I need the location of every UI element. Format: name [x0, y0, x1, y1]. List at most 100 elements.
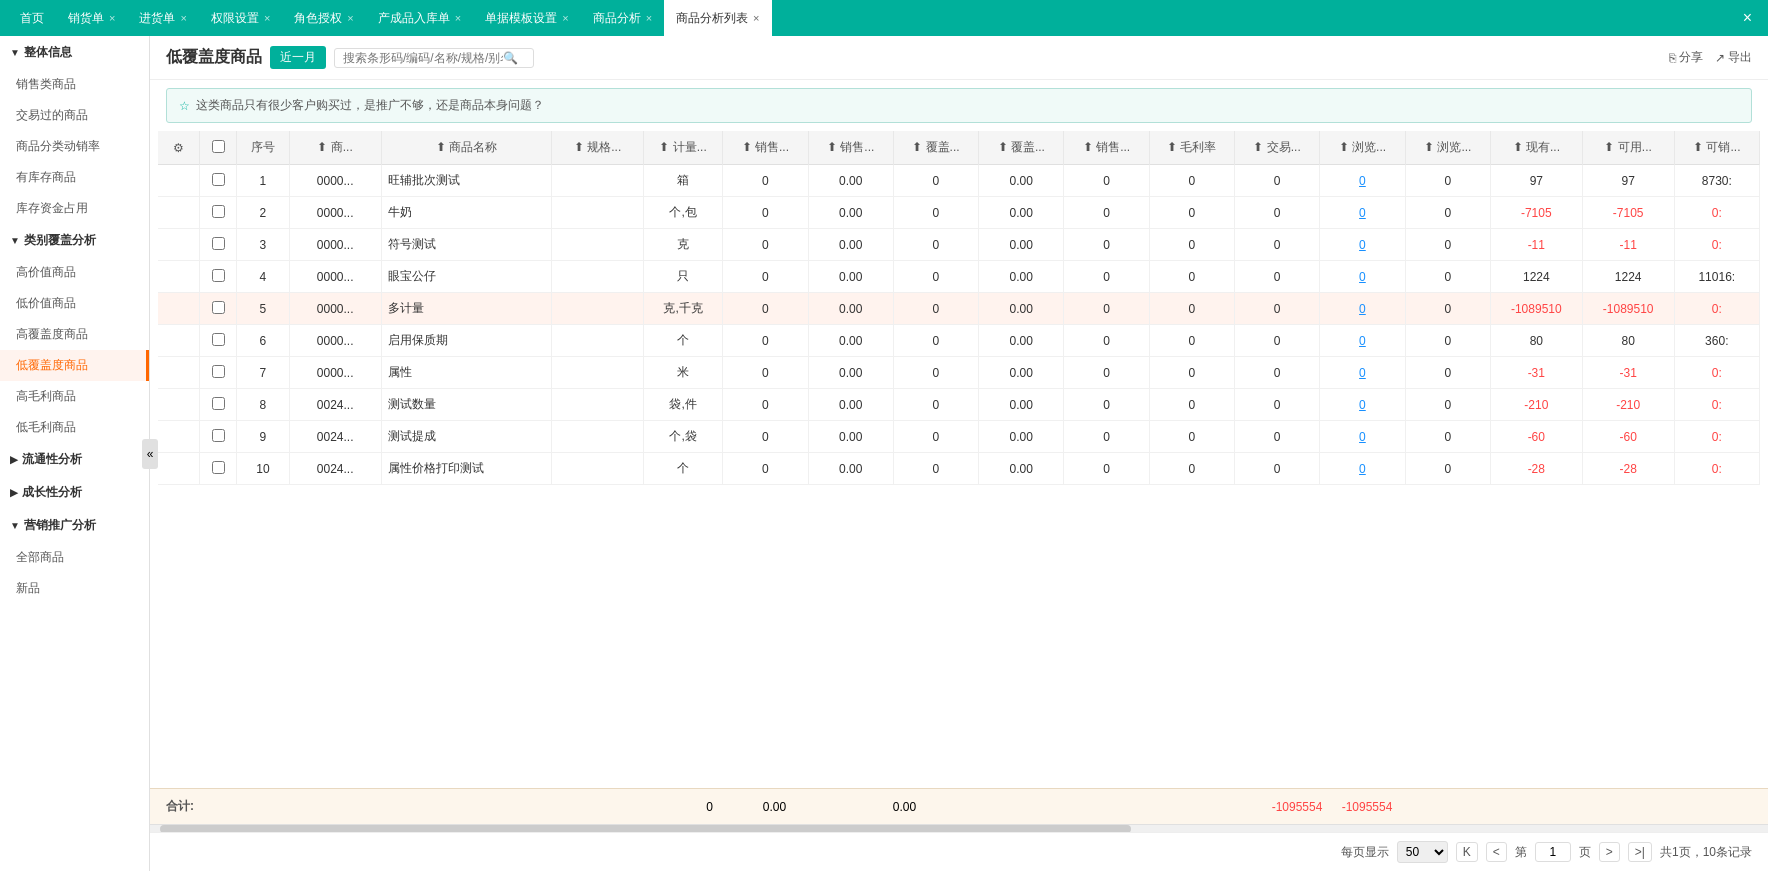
browse1-cell[interactable]: 0 — [1320, 325, 1405, 357]
checkbox-cell[interactable] — [200, 261, 237, 293]
checkbox-cell[interactable] — [200, 389, 237, 421]
checkbox-cell[interactable] — [200, 197, 237, 229]
sidebar-section-category[interactable]: ▼ 类别覆盖分析 — [0, 224, 149, 257]
page-size-select[interactable]: 50 20 100 200 — [1397, 841, 1448, 863]
row-checkbox[interactable] — [212, 461, 225, 474]
sidebar-item-low-coverage[interactable]: 低覆盖度商品 — [0, 350, 149, 381]
available-column-header[interactable]: ⬆ 可用... — [1582, 131, 1674, 165]
sidebar-item-low-margin[interactable]: 低毛利商品 — [0, 412, 149, 443]
period-button[interactable]: 近一月 — [270, 46, 326, 69]
gross-rate-column-header[interactable]: ⬆ 毛利率 — [1149, 131, 1234, 165]
next-page-button[interactable]: > — [1599, 842, 1620, 862]
last-page-button[interactable]: >| — [1628, 842, 1652, 862]
select-all-checkbox[interactable] — [212, 140, 225, 153]
window-close-button[interactable]: × — [1735, 9, 1760, 27]
trade-column-header[interactable]: ⬆ 交易... — [1234, 131, 1319, 165]
browse1-cell[interactable]: 0 — [1320, 197, 1405, 229]
table-wrapper[interactable]: ⚙ 序号 ⬆ 商... ⬆ 商品名称 ⬆ 规格... ⬆ 计量... ⬆ 销售.… — [158, 131, 1760, 788]
row-checkbox[interactable] — [212, 397, 225, 410]
browse1-cell[interactable]: 0 — [1320, 357, 1405, 389]
sales2-column-header[interactable]: ⬆ 销售... — [1064, 131, 1149, 165]
sidebar-item-category-turnover[interactable]: 商品分类动销率 — [0, 131, 149, 162]
browse1-cell[interactable]: 0 — [1320, 261, 1405, 293]
sellable-column-header[interactable]: ⬆ 可销... — [1674, 131, 1759, 165]
sales-qty-column-header[interactable]: ⬆ 销售... — [723, 131, 808, 165]
close-icon[interactable]: × — [753, 12, 759, 24]
browse1-column-header[interactable]: ⬆ 浏览... — [1320, 131, 1405, 165]
close-icon[interactable]: × — [347, 12, 353, 24]
close-icon[interactable]: × — [646, 12, 652, 24]
row-checkbox[interactable] — [212, 205, 225, 218]
row-checkbox[interactable] — [212, 173, 225, 186]
spec-column-header[interactable]: ⬆ 规格... — [552, 131, 644, 165]
totals-sales-amt: 0.00 — [742, 800, 807, 814]
browse1-cell[interactable]: 0 — [1320, 293, 1405, 325]
row-checkbox[interactable] — [212, 269, 225, 282]
sidebar-item-high-margin[interactable]: 高毛利商品 — [0, 381, 149, 412]
sidebar-item-high-coverage[interactable]: 高覆盖度商品 — [0, 319, 149, 350]
row-checkbox[interactable] — [212, 333, 225, 346]
nav-product-analysis-list[interactable]: 商品分析列表 × — [664, 0, 771, 36]
browse1-cell[interactable]: 0 — [1320, 165, 1405, 197]
coverage1-column-header[interactable]: ⬆ 覆盖... — [893, 131, 978, 165]
sidebar-item-high-value[interactable]: 高价值商品 — [0, 257, 149, 288]
search-input[interactable] — [343, 51, 503, 65]
name-cell: 眼宝公仔 — [381, 261, 552, 293]
current-page-input[interactable] — [1535, 842, 1571, 862]
sidebar-section-growth[interactable]: ▶ 成长性分析 — [0, 476, 149, 509]
name-column-header[interactable]: ⬆ 商品名称 — [381, 131, 552, 165]
settings-column-header[interactable]: ⚙ — [158, 131, 200, 165]
checkbox-cell[interactable] — [200, 165, 237, 197]
row-checkbox[interactable] — [212, 429, 225, 442]
nav-permission-settings[interactable]: 权限设置 × — [199, 0, 282, 36]
unit-column-header[interactable]: ⬆ 计量... — [644, 131, 723, 165]
close-icon[interactable]: × — [562, 12, 568, 24]
close-icon[interactable]: × — [109, 12, 115, 24]
nav-role-auth[interactable]: 角色授权 × — [282, 0, 365, 36]
close-icon[interactable]: × — [455, 12, 461, 24]
current-column-header[interactable]: ⬆ 现有... — [1490, 131, 1582, 165]
coverage2-column-header[interactable]: ⬆ 覆盖... — [979, 131, 1064, 165]
sidebar-item-inventory-capital[interactable]: 库存资金占用 — [0, 193, 149, 224]
share-button[interactable]: ⎘ 分享 — [1669, 49, 1703, 66]
sidebar-section-overall[interactable]: ▼ 整体信息 — [0, 36, 149, 69]
code-column-header[interactable]: ⬆ 商... — [289, 131, 381, 165]
nav-purchase-order[interactable]: 进货单 × — [127, 0, 198, 36]
browse1-cell[interactable]: 0 — [1320, 229, 1405, 261]
row-checkbox[interactable] — [212, 237, 225, 250]
sidebar-item-in-stock[interactable]: 有库存商品 — [0, 162, 149, 193]
nav-template-settings[interactable]: 单据模板设置 × — [473, 0, 580, 36]
checkbox-cell[interactable] — [200, 229, 237, 261]
sales-amt-column-header[interactable]: ⬆ 销售... — [808, 131, 893, 165]
prev-page-button[interactable]: < — [1486, 842, 1507, 862]
sidebar-item-all-products[interactable]: 全部商品 — [0, 542, 149, 573]
nav-finished-goods[interactable]: 产成品入库单 × — [366, 0, 473, 36]
gross-rate-cell: 0 — [1149, 357, 1234, 389]
nav-sales-order[interactable]: 销货单 × — [56, 0, 127, 36]
sidebar-item-new-products[interactable]: 新品 — [0, 573, 149, 604]
checkbox-cell[interactable] — [200, 421, 237, 453]
row-checkbox[interactable] — [212, 365, 225, 378]
checkbox-column-header[interactable] — [200, 131, 237, 165]
export-button[interactable]: ↗ 导出 — [1715, 49, 1752, 66]
checkbox-cell[interactable] — [200, 293, 237, 325]
sidebar-section-marketing[interactable]: ▼ 营销推广分析 — [0, 509, 149, 542]
close-icon[interactable]: × — [264, 12, 270, 24]
sidebar-item-traded-products[interactable]: 交易过的商品 — [0, 100, 149, 131]
sidebar-item-sales-products[interactable]: 销售类商品 — [0, 69, 149, 100]
first-page-button[interactable]: K — [1456, 842, 1478, 862]
browse2-column-header[interactable]: ⬆ 浏览... — [1405, 131, 1490, 165]
close-icon[interactable]: × — [180, 12, 186, 24]
sidebar-item-low-value[interactable]: 低价值商品 — [0, 288, 149, 319]
browse1-cell[interactable]: 0 — [1320, 421, 1405, 453]
sidebar-collapse-button[interactable]: « — [142, 439, 158, 469]
checkbox-cell[interactable] — [200, 325, 237, 357]
row-checkbox[interactable] — [212, 301, 225, 314]
sidebar-section-flow[interactable]: ▶ 流通性分析 — [0, 443, 149, 476]
browse1-cell[interactable]: 0 — [1320, 453, 1405, 485]
checkbox-cell[interactable] — [200, 453, 237, 485]
checkbox-cell[interactable] — [200, 357, 237, 389]
browse1-cell[interactable]: 0 — [1320, 389, 1405, 421]
nav-home[interactable]: 首页 — [8, 0, 56, 36]
nav-product-analysis[interactable]: 商品分析 × — [581, 0, 664, 36]
